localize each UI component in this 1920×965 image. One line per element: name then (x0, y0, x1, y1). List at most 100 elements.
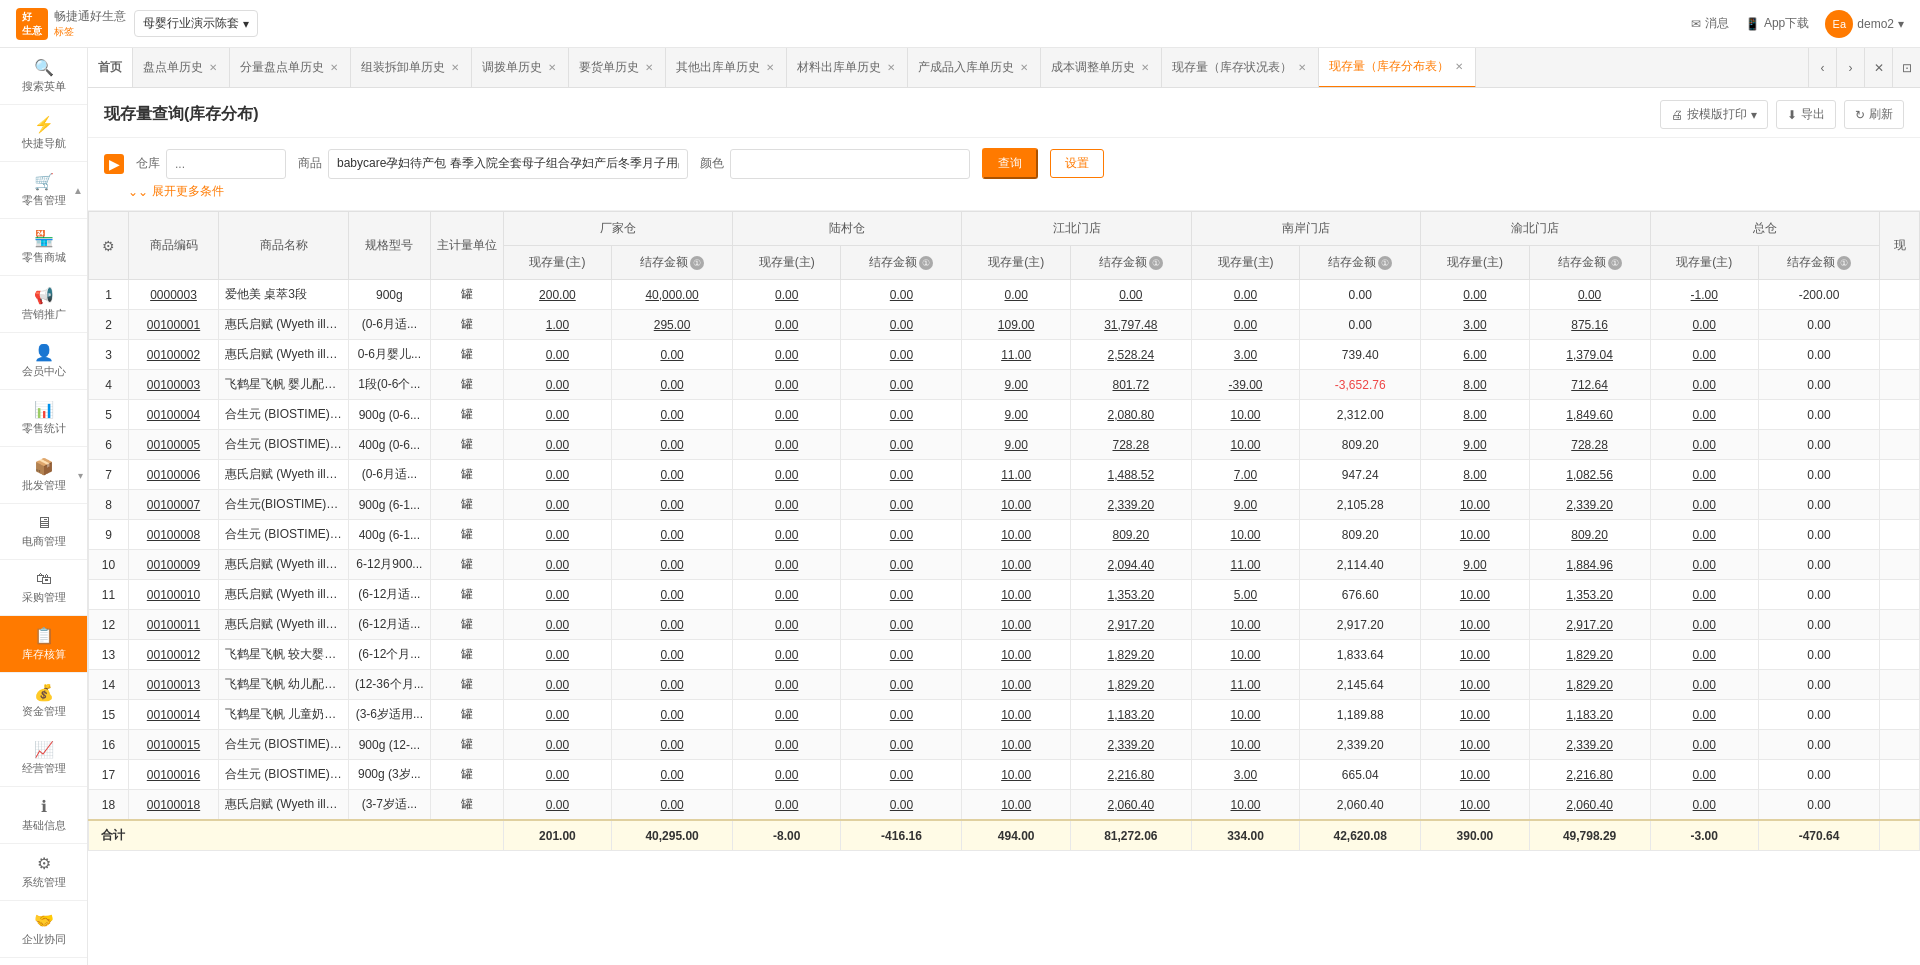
expand-toggle-btn[interactable]: ▶ (104, 154, 124, 174)
sidebar-item-system[interactable]: ⚙ 系统管理 (0, 844, 87, 901)
messages-btn[interactable]: ✉ 消息 (1691, 15, 1729, 32)
cell-code[interactable]: 00100002 (129, 340, 219, 370)
tab-close-stock-single[interactable]: ✕ (207, 61, 219, 74)
tab-home[interactable]: 首页 (88, 48, 133, 88)
cell-name[interactable]: 飞鹤星飞帆 儿童奶粉 4... (219, 700, 349, 730)
sidebar-item-marketing[interactable]: 📢 营销推广 (0, 276, 87, 333)
cell-code[interactable]: 00100016 (129, 760, 219, 790)
tab-prev-btn[interactable]: ‹ (1808, 48, 1836, 88)
sidebar-item-retail-stats[interactable]: 📊 零售统计 (0, 390, 87, 447)
sidebar-item-search[interactable]: 🔍 搜索英单 (0, 48, 87, 105)
tab-close-cost-adjust[interactable]: ✕ (1139, 61, 1151, 74)
tab-material-out[interactable]: 材料出库单历史 ✕ (787, 48, 908, 88)
tab-close-material-out[interactable]: ✕ (885, 61, 897, 74)
btn-export[interactable]: ⬇ 导出 (1776, 100, 1836, 129)
tab-close-order[interactable]: ✕ (643, 61, 655, 74)
cell-code[interactable]: 00100003 (129, 370, 219, 400)
cell-name[interactable]: 惠氏启赋 (Wyeth illu... (219, 340, 349, 370)
cell-code[interactable]: 00100009 (129, 550, 219, 580)
info-icon[interactable]: ① (1837, 256, 1851, 270)
tab-split-stock[interactable]: 分量盘点单历史 ✕ (230, 48, 351, 88)
tab-order[interactable]: 要货单历史 ✕ (569, 48, 666, 88)
tab-close-product-in[interactable]: ✕ (1018, 61, 1030, 74)
cell-code[interactable]: 00100010 (129, 580, 219, 610)
app-download-btn[interactable]: 📱 App下载 (1745, 15, 1809, 32)
cell-code[interactable]: 00100001 (129, 310, 219, 340)
query-btn[interactable]: 查询 (982, 148, 1038, 179)
cell-code[interactable]: 00100011 (129, 610, 219, 640)
tab-close-all-btn[interactable]: ✕ (1864, 48, 1892, 88)
cell-name[interactable]: 惠氏启赋 (Wyeth illu... (219, 610, 349, 640)
sidebar-item-wholesale[interactable]: 📦 批发管理 ▾ (0, 447, 87, 504)
info-icon[interactable]: ① (1149, 256, 1163, 270)
tab-other-out[interactable]: 其他出库单历史 ✕ (666, 48, 787, 88)
tab-close-group-split[interactable]: ✕ (449, 61, 461, 74)
color-input[interactable] (730, 149, 970, 179)
tab-stock-single[interactable]: 盘点单历史 ✕ (133, 48, 230, 88)
tab-stock-dist[interactable]: 现存量（库存分布表） ✕ (1319, 48, 1476, 88)
sidebar-item-cooperation[interactable]: 🤝 企业协同 (0, 901, 87, 958)
info-icon[interactable]: ① (1378, 256, 1392, 270)
cell-name[interactable]: 合生元 (BIOSTIME) ... (219, 730, 349, 760)
cell-name[interactable]: 惠氏启赋 (Wyeth illu... (219, 580, 349, 610)
sidebar-item-ecommerce[interactable]: 🖥 电商管理 (0, 504, 87, 560)
tab-expand-btn[interactable]: ⊡ (1892, 48, 1920, 88)
tab-cost-adjust[interactable]: 成本调整单历史 ✕ (1041, 48, 1162, 88)
tab-adjust[interactable]: 调拨单历史 ✕ (472, 48, 569, 88)
cell-name[interactable]: 飞鹤星飞帆 幼儿配方奶... (219, 670, 349, 700)
th-gear[interactable]: ⚙ (89, 212, 129, 280)
user-menu[interactable]: Ea demo2 ▾ (1825, 10, 1904, 38)
expand-more-btn[interactable]: ⌄⌄ 展开更多条件 (128, 183, 1904, 200)
cell-code[interactable]: 00100007 (129, 490, 219, 520)
cell-name[interactable]: 合生元 (BIOSTIME) ... (219, 430, 349, 460)
tab-product-in[interactable]: 产成品入库单历史 ✕ (908, 48, 1041, 88)
tab-close-stock-dist[interactable]: ✕ (1453, 60, 1465, 73)
cell-code[interactable]: 00100012 (129, 640, 219, 670)
sidebar-item-retail-mgmt[interactable]: 🛒 零售管理 ▲ (0, 162, 87, 219)
tab-group-split[interactable]: 组装拆卸单历史 ✕ (351, 48, 472, 88)
cell-code[interactable]: 00100004 (129, 400, 219, 430)
tab-stock-status[interactable]: 现存量（库存状况表） ✕ (1162, 48, 1319, 88)
product-input[interactable] (328, 149, 688, 179)
cell-code[interactable]: 00100005 (129, 430, 219, 460)
sidebar-item-finance[interactable]: 💰 资金管理 (0, 673, 87, 730)
sidebar-item-operation[interactable]: 📈 经营管理 (0, 730, 87, 787)
info-icon[interactable]: ① (690, 256, 704, 270)
tab-close-split-stock[interactable]: ✕ (328, 61, 340, 74)
cell-name[interactable]: 惠氏启赋 (Wyeth illu... (219, 550, 349, 580)
sidebar-item-retail-store[interactable]: 🏪 零售商城 (0, 219, 87, 276)
info-icon[interactable]: ① (1608, 256, 1622, 270)
cell-code[interactable]: 00100006 (129, 460, 219, 490)
cell-code[interactable]: 00100015 (129, 730, 219, 760)
tab-close-stock-status[interactable]: ✕ (1296, 61, 1308, 74)
sidebar-item-guide[interactable]: 🎯 新手引导 (0, 958, 87, 965)
btn-print[interactable]: 🖨 按模版打印 ▾ (1660, 100, 1768, 129)
cell-code[interactable]: 00100013 (129, 670, 219, 700)
cell-name[interactable]: 合生元 (BIOSTIME) ... (219, 400, 349, 430)
cell-code[interactable]: 00100014 (129, 700, 219, 730)
sidebar-item-purchase[interactable]: 🛍 采购管理 (0, 560, 87, 616)
cell-name[interactable]: 惠氏启赋 (Wyeth illu... (219, 310, 349, 340)
warehouse-input[interactable] (166, 149, 286, 179)
cell-code[interactable]: 00100008 (129, 520, 219, 550)
cell-name[interactable]: 合生元(BIOSTIME)派... (219, 490, 349, 520)
tab-close-other-out[interactable]: ✕ (764, 61, 776, 74)
cell-name[interactable]: 飞鹤星飞帆 婴儿配方奶... (219, 370, 349, 400)
industry-selector[interactable]: 母婴行业演示陈套 ▾ (134, 10, 258, 37)
cell-name[interactable]: 飞鹤星飞帆 较大婴儿配... (219, 640, 349, 670)
sidebar-item-shortcut[interactable]: ⚡ 快捷导航 (0, 105, 87, 162)
info-icon[interactable]: ① (919, 256, 933, 270)
cell-name[interactable]: 爱他美 桌萃3段 (219, 280, 349, 310)
sidebar-item-basic-info[interactable]: ℹ 基础信息 (0, 787, 87, 844)
cell-name[interactable]: 惠氏启赋 (Wyeth illu... (219, 790, 349, 821)
sidebar-item-member[interactable]: 👤 会员中心 (0, 333, 87, 390)
cell-code[interactable]: 00100018 (129, 790, 219, 821)
table-container[interactable]: ⚙ 商品编码 商品名称 规格型号 主计量单位 厂家仓 陆村仓 江北门店 南岸门店… (88, 211, 1920, 965)
sidebar-item-inventory[interactable]: 📋 库存核算 (0, 616, 87, 673)
cell-name[interactable]: 惠氏启赋 (Wyeth illu... (219, 460, 349, 490)
tab-next-btn[interactable]: › (1836, 48, 1864, 88)
btn-refresh[interactable]: ↻ 刷新 (1844, 100, 1904, 129)
cell-name[interactable]: 合生元 (BIOSTIME) ... (219, 520, 349, 550)
gear-icon[interactable]: ⚙ (102, 238, 115, 254)
tab-close-adjust[interactable]: ✕ (546, 61, 558, 74)
